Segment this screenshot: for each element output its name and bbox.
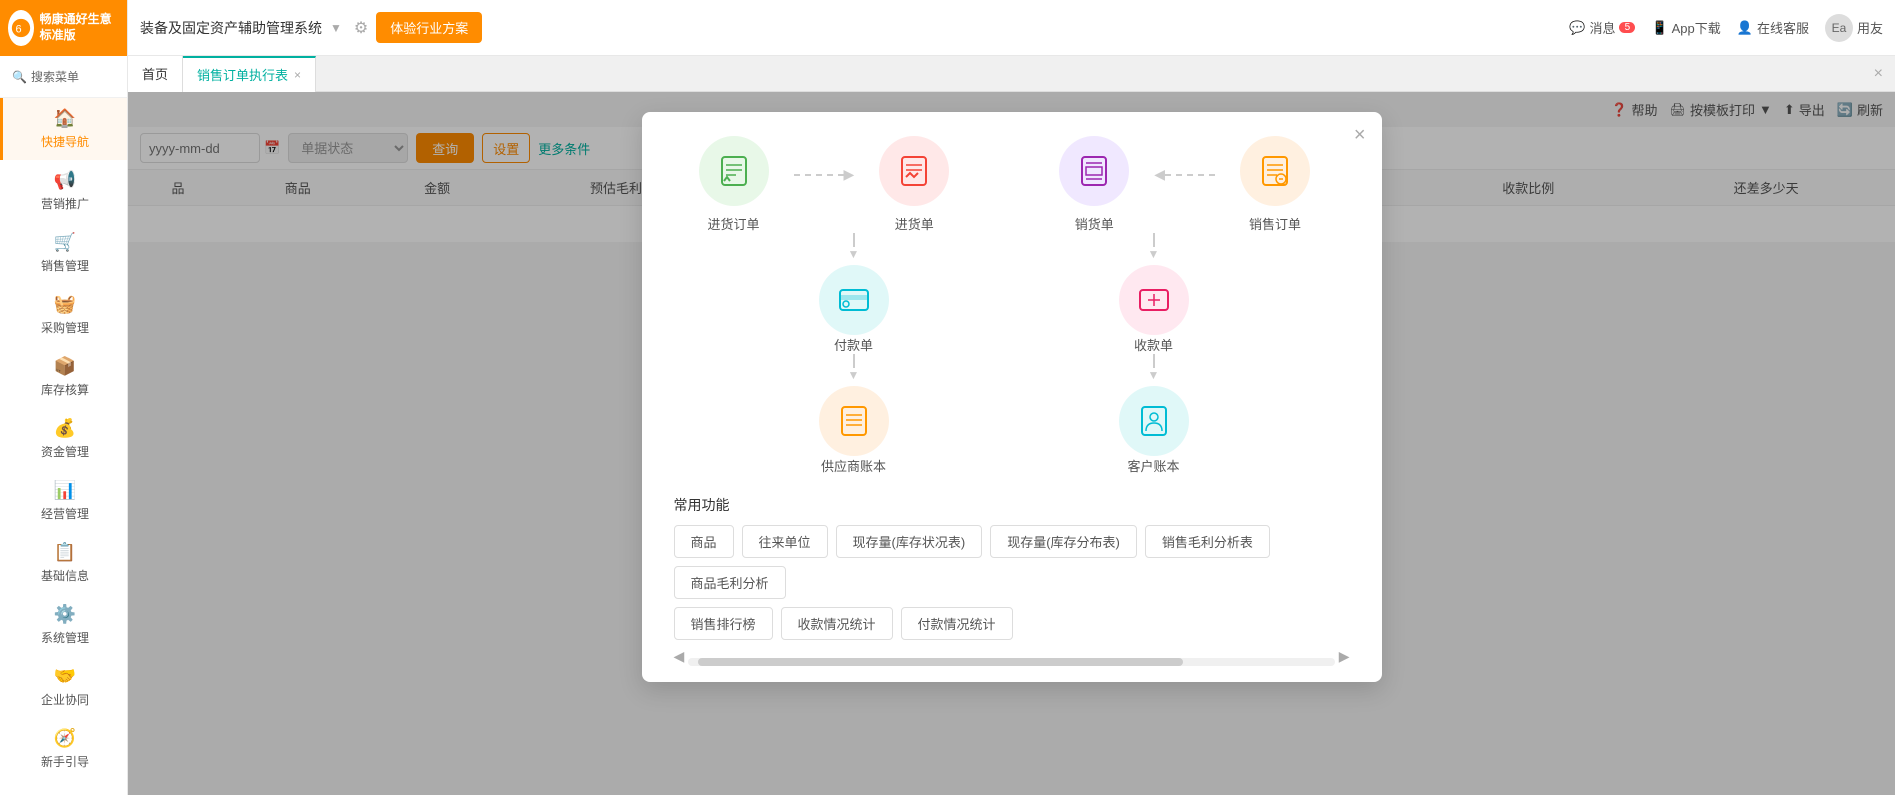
func-buttons-row2: 销售排行榜 收款情况统计 付款情况统计 bbox=[674, 607, 1350, 640]
search-menu-button[interactable]: 🔍 搜索菜单 bbox=[8, 64, 119, 89]
sidebar-item-purchase[interactable]: 🧺 采购管理 bbox=[0, 284, 127, 346]
receipt-label: 收款单 bbox=[1134, 335, 1173, 354]
sidebar: 6 畅康通好生意 标准版 🔍 搜索菜单 🏠 快捷导航 📢 营销推广 🛒 销售管理 bbox=[0, 0, 128, 795]
sales-order-circle bbox=[1240, 136, 1310, 206]
payment-circle bbox=[819, 265, 889, 335]
purchase-icon: 🧺 bbox=[54, 294, 76, 315]
common-funcs-title: 常用功能 bbox=[674, 495, 1350, 515]
sidebar-item-sales[interactable]: 🛒 销售管理 bbox=[0, 222, 127, 284]
scroll-left-arrow[interactable]: ◀ bbox=[674, 648, 685, 665]
func-btn-receipt-stats[interactable]: 收款情况统计 bbox=[781, 607, 893, 640]
app-download-button[interactable]: 📱 App下载 bbox=[1651, 18, 1720, 37]
experience-btn[interactable]: 体验行业方案 bbox=[376, 12, 482, 43]
message-button[interactable]: 💬 消息 5 bbox=[1569, 18, 1635, 37]
purchase-order-label: 进货订单 bbox=[707, 214, 759, 233]
flow-node-purchase-order[interactable]: 进货订单 bbox=[674, 136, 794, 233]
topbar-right: 💬 消息 5 📱 App下载 👤 在线客服 Ea 用友 bbox=[1569, 14, 1883, 42]
home-icon: 🏠 bbox=[54, 108, 76, 129]
finance-icon: 💰 bbox=[54, 418, 76, 439]
service-icon: 👤 bbox=[1737, 20, 1753, 36]
customer-account-circle bbox=[1119, 386, 1189, 456]
online-service-button[interactable]: 👤 在线客服 bbox=[1737, 18, 1809, 37]
func-btn-sales-rank[interactable]: 销售排行榜 bbox=[674, 607, 773, 640]
tab-sales-order[interactable]: 销售订单执行表 × bbox=[183, 56, 316, 92]
func-btn-sales-profit[interactable]: 销售毛利分析表 bbox=[1145, 525, 1270, 558]
scroll-right-arrow[interactable]: ▶ bbox=[1339, 648, 1350, 665]
sidebar-search-section: 🔍 搜索菜单 bbox=[0, 56, 127, 98]
sidebar-item-inventory[interactable]: 📦 库存核算 bbox=[0, 346, 127, 408]
message-badge: 5 bbox=[1619, 22, 1635, 33]
flow-node-sales[interactable]: 销货单 bbox=[1034, 136, 1154, 233]
receipt-circle bbox=[1119, 265, 1189, 335]
sidebar-item-system[interactable]: ⚙️ 系统管理 bbox=[0, 594, 127, 656]
logo-icon: 6 bbox=[8, 10, 34, 46]
phone-icon: 📱 bbox=[1651, 20, 1667, 36]
guide-icon: 🧭 bbox=[54, 728, 76, 749]
flow-node-purchase[interactable]: 进货单 bbox=[854, 136, 974, 233]
sidebar-nav: 🏠 快捷导航 📢 营销推广 🛒 销售管理 🧺 采购管理 📦 库存核算 💰 bbox=[0, 98, 127, 795]
operation-icon: 📊 bbox=[54, 480, 76, 501]
sidebar-item-operation[interactable]: 📊 经营管理 bbox=[0, 470, 127, 532]
popup-scrollbar bbox=[688, 658, 1334, 666]
purchase-order-circle bbox=[699, 136, 769, 206]
scrollbar-thumb bbox=[698, 658, 1183, 666]
func-btn-partner[interactable]: 往来单位 bbox=[742, 525, 828, 558]
tab-bar: 首页 销售订单执行表 × × bbox=[128, 56, 1895, 92]
func-btn-stock-status[interactable]: 现存量(库存状况表) bbox=[836, 525, 983, 558]
sidebar-logo: 6 畅康通好生意 标准版 bbox=[0, 0, 127, 56]
tab-home-label: 首页 bbox=[142, 64, 168, 83]
func-btn-payment-stats[interactable]: 付款情况统计 bbox=[901, 607, 1013, 640]
system-title: 装备及固定资产辅助管理系统 bbox=[140, 18, 322, 38]
megaphone-icon: 📢 bbox=[54, 170, 76, 191]
inventory-icon: 📦 bbox=[54, 356, 76, 377]
func-btn-product-profit[interactable]: 商品毛利分析 bbox=[674, 566, 786, 599]
tab-sales-order-label: 销售订单执行表 bbox=[197, 65, 288, 84]
purchase-circle bbox=[879, 136, 949, 206]
func-buttons-row1: 商品 往来单位 现存量(库存状况表) 现存量(库存分布表) 销售毛利分析表 商品… bbox=[674, 525, 1350, 599]
system-icon: ⚙️ bbox=[54, 604, 76, 625]
sidebar-item-guide[interactable]: 🧭 新手引导 bbox=[0, 718, 127, 780]
popup-scroll-row: ◀ ▶ bbox=[674, 646, 1350, 666]
enterprise-icon: 🤝 bbox=[54, 666, 76, 687]
customer-account-label: 客户账本 bbox=[1127, 456, 1179, 475]
sales-circle bbox=[1059, 136, 1129, 206]
logo-text: 畅康通好生意 标准版 bbox=[40, 12, 119, 43]
flow-diagram: 进货订单 ▶ bbox=[674, 136, 1350, 475]
message-icon: 💬 bbox=[1569, 20, 1585, 36]
sidebar-item-marketing[interactable]: 📢 营销推广 bbox=[0, 160, 127, 222]
func-btn-stock-dist[interactable]: 现存量(库存分布表) bbox=[990, 525, 1137, 558]
flow-node-sales-order[interactable]: 销售订单 bbox=[1215, 136, 1335, 233]
sidebar-item-finance[interactable]: 💰 资金管理 bbox=[0, 408, 127, 470]
common-funcs-section: 常用功能 商品 往来单位 现存量(库存状况表) 现存量(库存分布表) 销售毛利分… bbox=[674, 495, 1350, 640]
tab-bar-close-button[interactable]: × bbox=[1862, 65, 1895, 83]
sales-icon: 🛒 bbox=[54, 232, 76, 253]
popup-close-button[interactable]: × bbox=[1354, 124, 1366, 147]
popup-panel: × 进货订单 bbox=[642, 112, 1382, 682]
top-bar: 装备及固定资产辅助管理系统 ▼ ⚙ 体验行业方案 💬 消息 5 📱 App下载 … bbox=[128, 0, 1895, 56]
user-button[interactable]: Ea 用友 bbox=[1825, 14, 1883, 42]
sidebar-item-enterprise[interactable]: 🤝 企业协同 bbox=[0, 656, 127, 718]
basic-icon: 📋 bbox=[54, 542, 76, 563]
supplier-account-circle bbox=[819, 386, 889, 456]
sidebar-item-basic[interactable]: 📋 基础信息 bbox=[0, 532, 127, 594]
popup-overlay: × 进货订单 bbox=[128, 92, 1895, 795]
tab-close-icon[interactable]: × bbox=[294, 68, 301, 82]
svg-text:6: 6 bbox=[15, 24, 21, 36]
tab-home[interactable]: 首页 bbox=[128, 56, 183, 92]
sales-label: 销货单 bbox=[1075, 214, 1114, 233]
user-avatar: Ea bbox=[1825, 14, 1853, 42]
sidebar-item-quick[interactable]: 🏠 快捷导航 bbox=[0, 98, 127, 160]
search-icon: 🔍 bbox=[12, 70, 27, 84]
settings-gear-icon[interactable]: ⚙ bbox=[354, 18, 368, 38]
sales-order-label: 销售订单 bbox=[1249, 214, 1301, 233]
payment-label: 付款单 bbox=[834, 335, 873, 354]
content-area: ❓ 帮助 🖨 按模板打印 ▼ ⬆ 导出 🔄 刷新 bbox=[128, 92, 1895, 795]
dropdown-arrow[interactable]: ▼ bbox=[330, 21, 342, 35]
supplier-account-label: 供应商账本 bbox=[821, 456, 886, 475]
func-btn-product[interactable]: 商品 bbox=[674, 525, 734, 558]
main-area: 装备及固定资产辅助管理系统 ▼ ⚙ 体验行业方案 💬 消息 5 📱 App下载 … bbox=[128, 0, 1895, 795]
purchase-label: 进货单 bbox=[895, 214, 934, 233]
